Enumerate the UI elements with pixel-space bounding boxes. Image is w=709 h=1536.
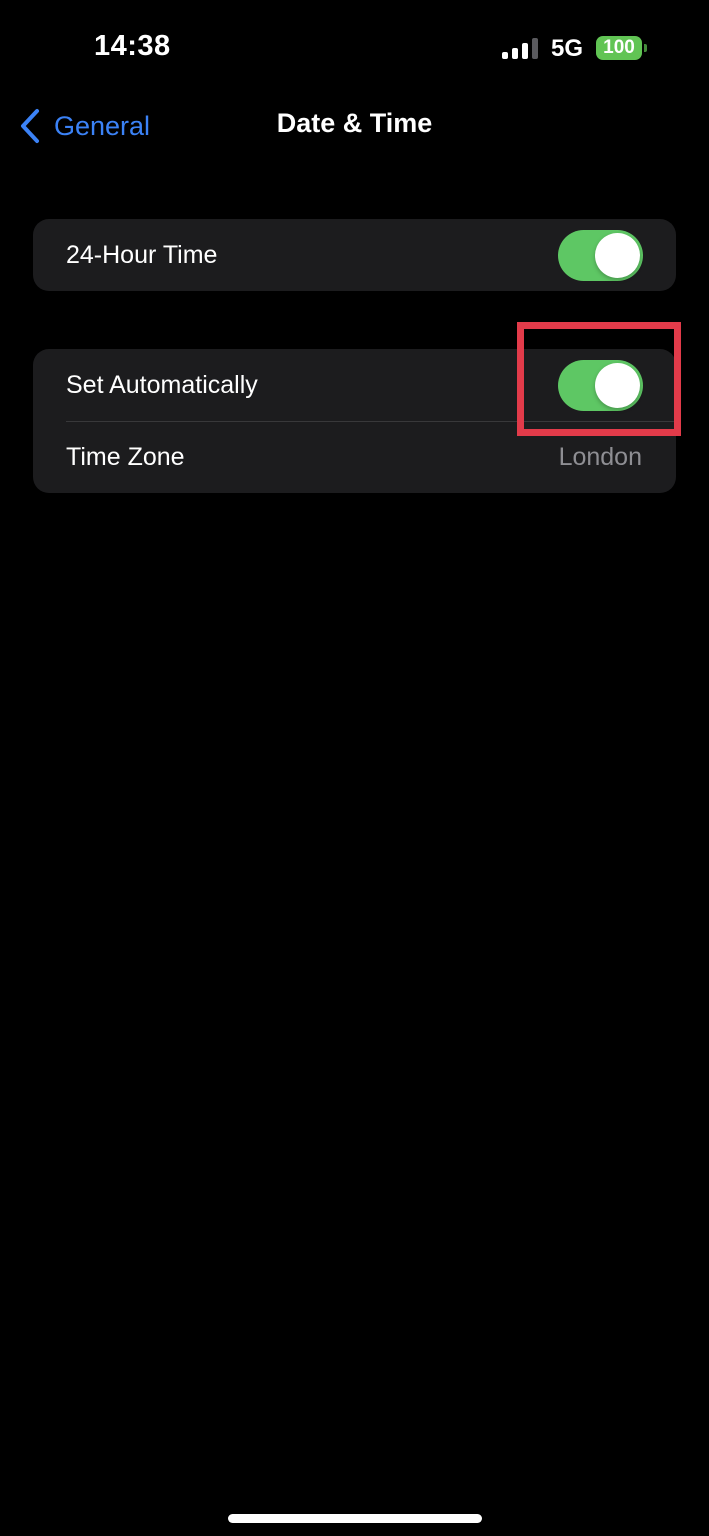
highlight-annotation-box (517, 322, 681, 436)
status-time: 14:38 (94, 30, 171, 62)
settings-group-24-hour: 24-Hour Time (33, 219, 676, 291)
setting-label: Time Zone (66, 442, 185, 471)
battery-icon: 100 (596, 36, 642, 60)
screen: 14:38 5G 100 General Date & Time 24-Hour… (0, 0, 709, 1536)
setting-row-24-hour-time: 24-Hour Time (33, 219, 676, 291)
page-title: Date & Time (276, 108, 433, 138)
setting-label: 24-Hour Time (66, 240, 218, 269)
toggle-knob (595, 233, 640, 278)
setting-label: Set Automatically (66, 370, 258, 399)
network-type: 5G (551, 35, 584, 62)
battery-level: 100 (603, 37, 635, 58)
24-hour-time-toggle[interactable] (558, 230, 643, 281)
battery-tip (644, 44, 647, 52)
time-zone-value: London (558, 442, 642, 471)
signal-strength-icon (502, 37, 540, 59)
home-indicator[interactable] (228, 1514, 482, 1523)
